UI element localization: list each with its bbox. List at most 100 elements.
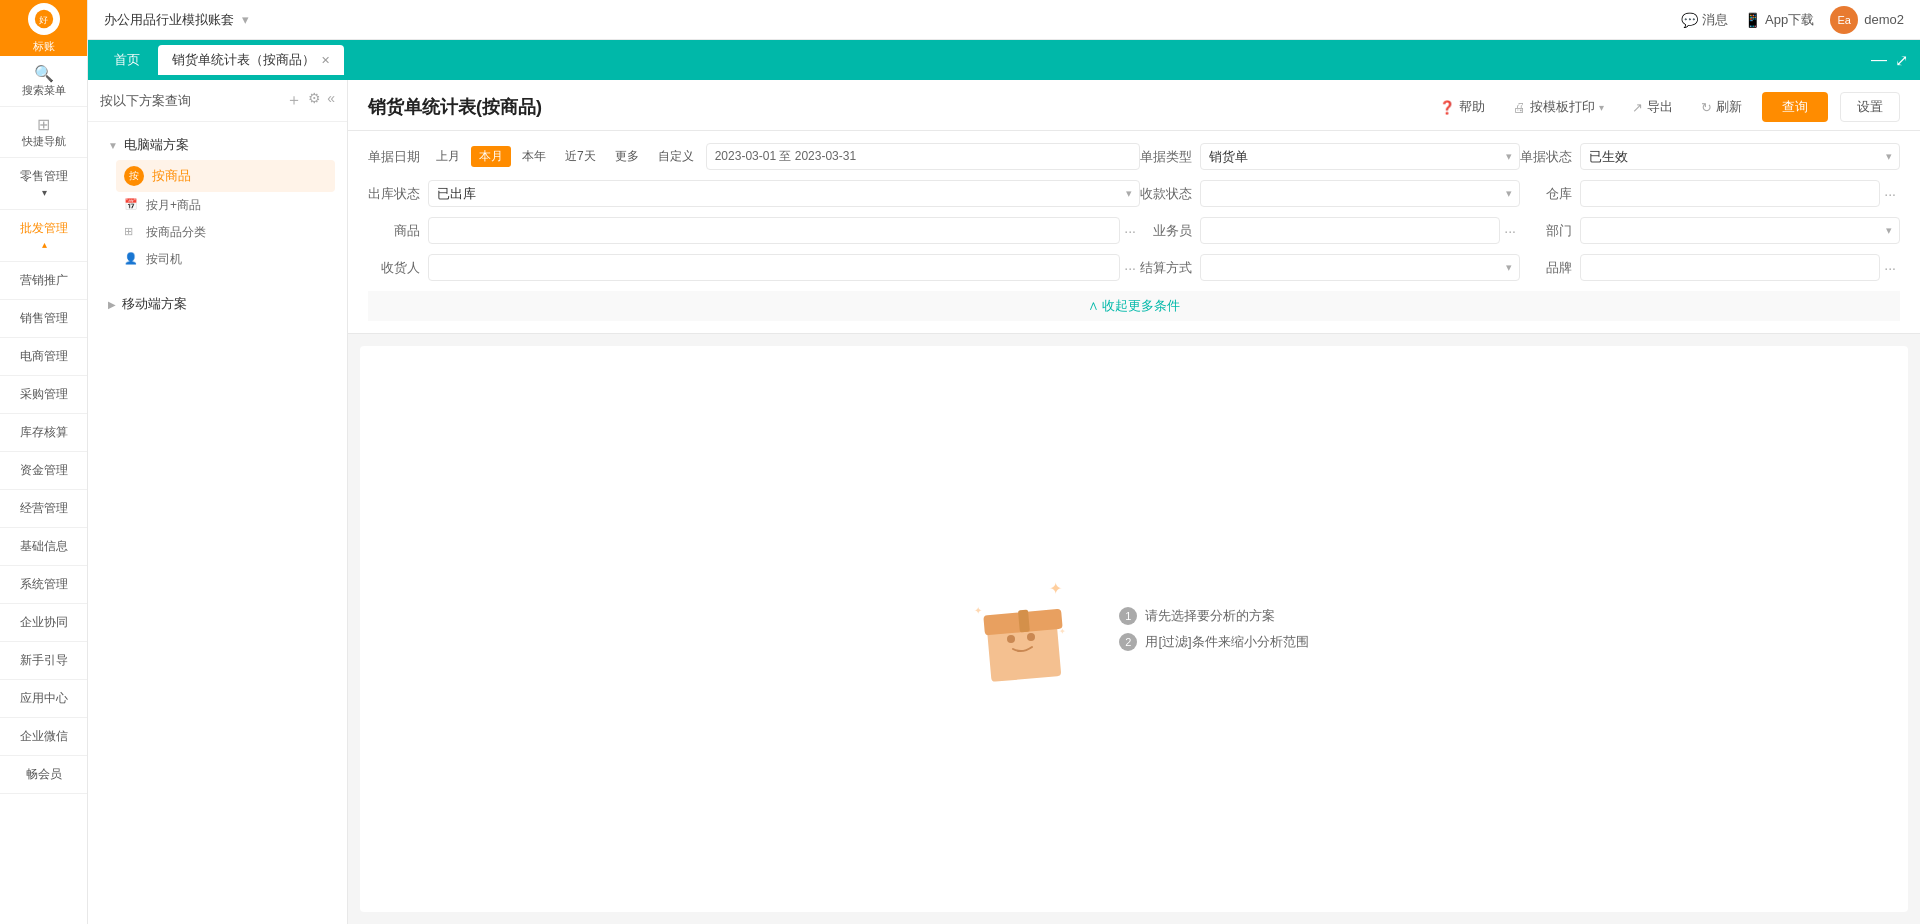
doctype-input[interactable]: [1200, 143, 1520, 170]
sidebar-item-inventory[interactable]: 库存核算: [0, 414, 87, 452]
tab-sales-stats[interactable]: 销货单统计表（按商品） ✕: [158, 45, 344, 75]
date-tags: 上月 本月 本年 近7天 更多 自定义: [428, 146, 702, 167]
appcenter-label: 应用中心: [4, 690, 83, 707]
refresh-button[interactable]: ↻ 刷新: [1693, 94, 1750, 120]
collection-input[interactable]: [1200, 180, 1520, 207]
sidebar-item-operations[interactable]: 经营管理: [0, 490, 87, 528]
date-tag-more[interactable]: 更多: [607, 146, 647, 167]
receiver-ellipsis[interactable]: ···: [1120, 260, 1140, 276]
marketing-label: 营销推广: [4, 272, 83, 289]
warehouse-ellipsis[interactable]: ···: [1880, 186, 1900, 202]
date-tag-custom[interactable]: 自定义: [650, 146, 702, 167]
sidebar-item-purchase[interactable]: 采购管理: [0, 376, 87, 414]
sidebar-item-member[interactable]: 畅会员: [0, 756, 87, 794]
header-right: 💬 消息 📱 App下载 Ea demo2: [1681, 6, 1904, 34]
wholesale-label: 批发管理: [4, 220, 83, 237]
scheme-item-month-goods[interactable]: 📅 按月+商品: [116, 192, 335, 219]
mobile-scheme-header[interactable]: ▶ 移动端方案: [100, 289, 335, 319]
sidebar-item-newbie[interactable]: 新手引导: [0, 642, 87, 680]
header-left: 办公用品行业模拟账套 ▾: [104, 11, 249, 29]
sidebar-item-enterprise[interactable]: 企业协同: [0, 604, 87, 642]
message-label: 消息: [1702, 11, 1728, 29]
print-dropdown-icon: ▾: [1599, 102, 1604, 113]
date-input-range[interactable]: 2023-03-01 至 2023-03-31: [706, 143, 1140, 170]
sidebar-item-finance[interactable]: 资金管理: [0, 452, 87, 490]
svg-text:✦: ✦: [974, 605, 982, 616]
scheme-item-by-goods[interactable]: 按 按商品: [116, 160, 335, 192]
industry-name: 办公用品行业模拟账套: [104, 11, 234, 29]
help-button[interactable]: ❓ 帮助: [1431, 94, 1493, 120]
refresh-icon: ↻: [1701, 100, 1712, 115]
scheme-item-goods-category[interactable]: ⊞ 按商品分类: [116, 219, 335, 246]
brand-ellipsis[interactable]: ···: [1880, 260, 1900, 276]
docstatus-label: 单据状态: [1520, 148, 1572, 166]
top-header: 办公用品行业模拟账套 ▾ 💬 消息 📱 App下载 Ea demo2: [88, 0, 1920, 40]
brand-label: 品牌: [1520, 259, 1572, 277]
receiver-input[interactable]: [428, 254, 1120, 281]
export-button[interactable]: ↗ 导出: [1624, 94, 1681, 120]
salesman-ellipsis[interactable]: ···: [1500, 223, 1520, 239]
pc-scheme-header[interactable]: ▼ 电脑端方案: [100, 130, 335, 160]
goods-control: ···: [428, 217, 1140, 244]
app-download-button[interactable]: 📱 App下载: [1744, 11, 1814, 29]
add-scheme-icon[interactable]: ＋: [286, 90, 302, 111]
print-label: 按模板打印: [1530, 98, 1595, 116]
warehouse-input[interactable]: [1580, 180, 1880, 207]
help-icon: ❓: [1439, 100, 1455, 115]
tab-home[interactable]: 首页: [100, 45, 154, 75]
setting-scheme-icon[interactable]: ⚙: [308, 90, 321, 111]
driver-icon: 👤: [124, 252, 140, 268]
sidebar-item-retail[interactable]: 零售管理 ▾: [0, 158, 87, 210]
content-area: 按以下方案查询 ＋ ⚙ « ▼ 电脑端方案 按 按商品: [88, 80, 1920, 924]
maximize-icon[interactable]: ⤢: [1895, 51, 1908, 70]
date-tag-this-month[interactable]: 本月: [471, 146, 511, 167]
page-title: 销货单统计表(按商品): [368, 95, 542, 119]
sidebar-item-sales[interactable]: 销售管理: [0, 300, 87, 338]
quick-nav-item[interactable]: ⊞ 快捷导航: [0, 107, 87, 158]
minimize-icon[interactable]: —: [1871, 51, 1887, 70]
message-button[interactable]: 💬 消息: [1681, 11, 1728, 29]
salesman-input[interactable]: [1200, 217, 1500, 244]
sidebar-item-system[interactable]: 系统管理: [0, 566, 87, 604]
user-profile[interactable]: Ea demo2: [1830, 6, 1904, 34]
sidebar-item-ecommerce[interactable]: 电商管理: [0, 338, 87, 376]
goods-input[interactable]: [428, 217, 1120, 244]
tab-home-label: 首页: [114, 51, 140, 69]
payment-input[interactable]: [1200, 254, 1520, 281]
docstatus-input[interactable]: [1580, 143, 1900, 170]
date-tag-7days[interactable]: 近7天: [557, 146, 604, 167]
search-menu-item[interactable]: 🔍 搜索菜单: [0, 56, 87, 107]
brand-input[interactable]: [1580, 254, 1880, 281]
industry-dropdown-icon[interactable]: ▾: [242, 12, 249, 27]
dept-input[interactable]: [1580, 217, 1900, 244]
collapse-panel-icon[interactable]: «: [327, 90, 335, 111]
outstatus-input[interactable]: [428, 180, 1140, 207]
goods-ellipsis[interactable]: ···: [1120, 223, 1140, 239]
query-button[interactable]: 查询: [1762, 92, 1828, 122]
sidebar-item-wechat[interactable]: 企业微信: [0, 718, 87, 756]
collapse-filters-button[interactable]: ∧ 收起更多条件: [368, 291, 1900, 321]
filter-cell-doctype: 单据类型 ▾: [1140, 143, 1520, 170]
svg-point-5: [1007, 635, 1015, 643]
member-label: 畅会员: [4, 766, 83, 783]
message-icon: 💬: [1681, 12, 1698, 28]
tip2-text: 用[过滤]条件来缩小分析范围: [1145, 633, 1308, 651]
empty-tip-2: 2 用[过滤]条件来缩小分析范围: [1119, 633, 1308, 651]
svg-point-6: [1027, 633, 1035, 641]
date-tag-last-month[interactable]: 上月: [428, 146, 468, 167]
print-button[interactable]: 🖨 按模板打印 ▾: [1505, 94, 1612, 120]
inventory-label: 库存核算: [4, 424, 83, 441]
sidebar-item-wholesale[interactable]: 批发管理 ▴: [0, 210, 87, 262]
export-label: 导出: [1647, 98, 1673, 116]
empty-tip-1: 1 请先选择要分析的方案: [1119, 607, 1308, 625]
filter-row-2: 出库状态 ▾ 收款状态 ▾ 仓库: [368, 180, 1900, 207]
warehouse-control: ···: [1580, 180, 1900, 207]
print-icon: 🖨: [1513, 100, 1526, 115]
sidebar-item-marketing[interactable]: 营销推广: [0, 262, 87, 300]
setting-button[interactable]: 设置: [1840, 92, 1900, 122]
sidebar-item-basic[interactable]: 基础信息: [0, 528, 87, 566]
tab-close-icon[interactable]: ✕: [321, 54, 330, 67]
scheme-item-driver[interactable]: 👤 按司机: [116, 246, 335, 273]
date-tag-this-year[interactable]: 本年: [514, 146, 554, 167]
sidebar-item-appcenter[interactable]: 应用中心: [0, 680, 87, 718]
